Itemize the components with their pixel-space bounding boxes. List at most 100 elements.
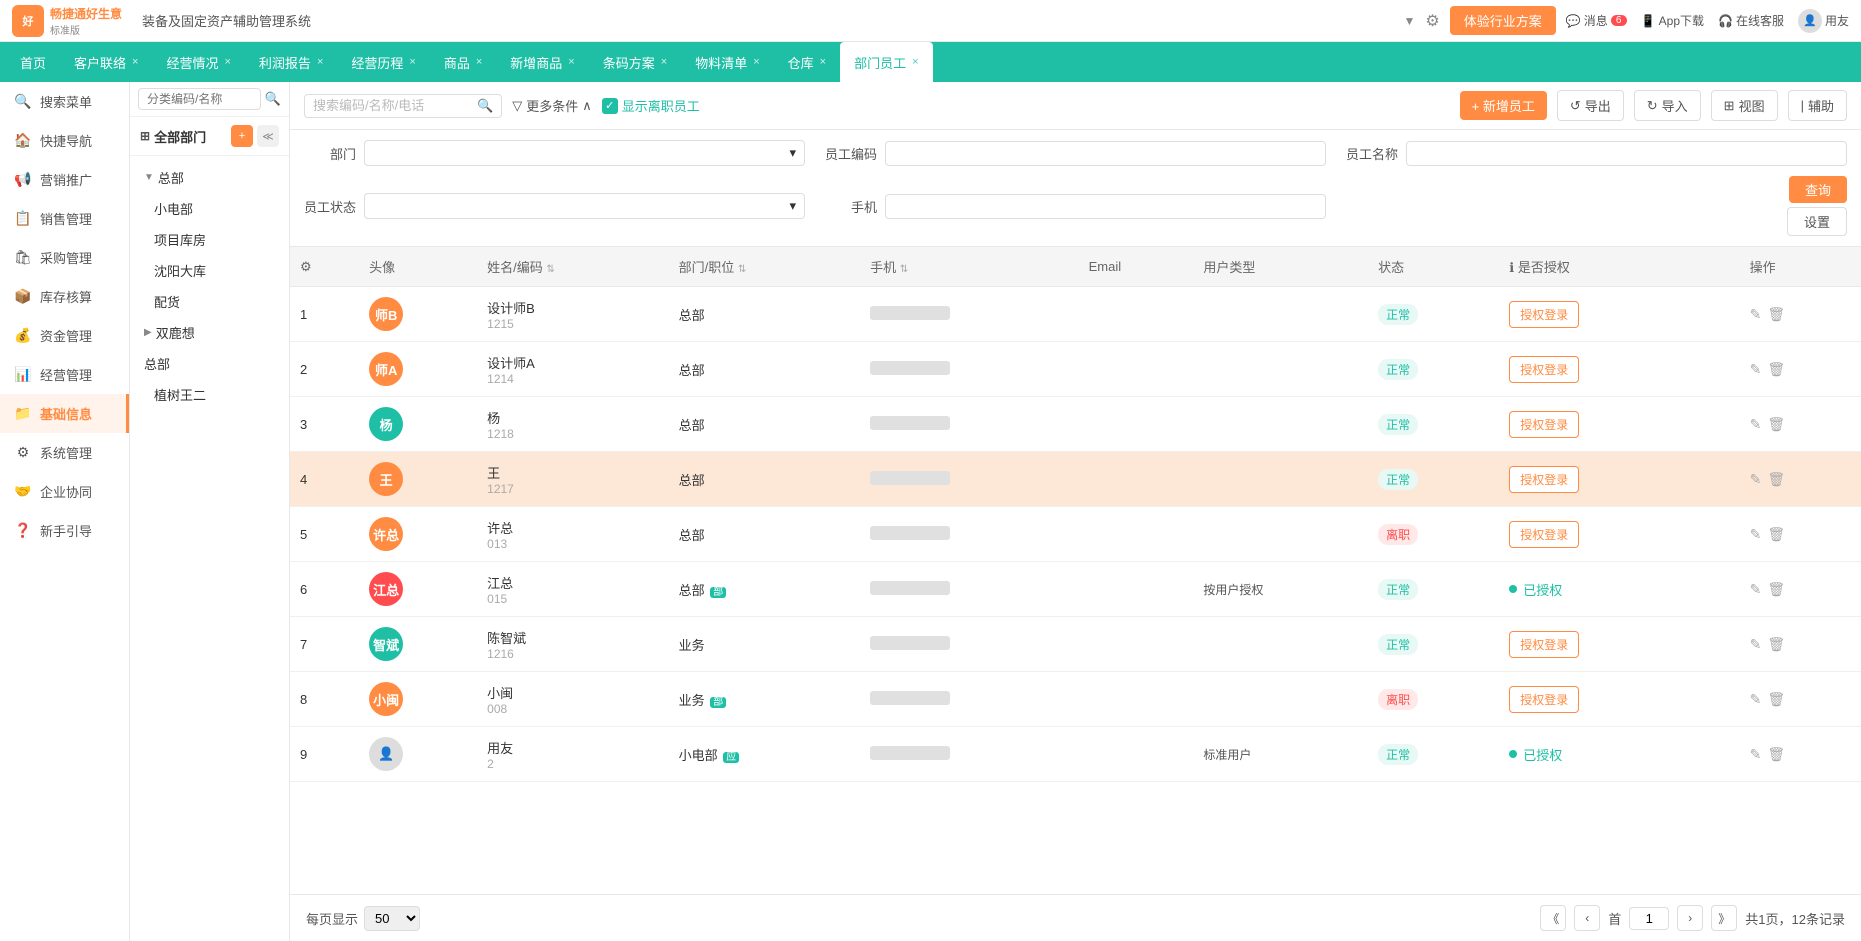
dept-node-headquarters-parent[interactable]: ▼ 总部 xyxy=(130,162,289,193)
close-icon[interactable]: × xyxy=(476,56,482,68)
edit-icon[interactable]: ✎ xyxy=(1750,691,1762,708)
last-page-button[interactable]: 》 xyxy=(1711,905,1737,931)
auth-button[interactable]: 授权登录 xyxy=(1509,521,1579,548)
sidebar-item-collab[interactable]: 🤝 企业协同 xyxy=(0,472,129,511)
dept-node-plant[interactable]: 植树王二 xyxy=(130,379,289,410)
col-settings[interactable]: ⚙ xyxy=(290,247,359,287)
page-size-select[interactable]: 50 20 100 xyxy=(364,906,420,931)
prev-page-button[interactable]: ‹ xyxy=(1574,905,1600,931)
close-icon[interactable]: × xyxy=(912,56,918,68)
delete-icon[interactable]: 🗑 xyxy=(1767,416,1785,433)
reset-button[interactable]: 设置 xyxy=(1787,207,1847,236)
edit-icon[interactable]: ✎ xyxy=(1750,746,1762,763)
tab-new-goods[interactable]: 新增商品× xyxy=(496,42,588,82)
message-button[interactable]: 💬 消息 6 xyxy=(1566,12,1627,29)
sidebar-item-purchase[interactable]: 🛍 采购管理 xyxy=(0,238,129,277)
col-name[interactable]: 姓名/编码 ⇅ xyxy=(477,247,668,287)
edit-icon[interactable]: ✎ xyxy=(1750,361,1762,378)
tab-bom[interactable]: 物料清单× xyxy=(681,42,773,82)
show-resigned-toggle[interactable]: ✓ 显示离职员工 xyxy=(602,96,700,115)
close-icon[interactable]: × xyxy=(409,56,415,68)
dept-node-double-deer[interactable]: ▶ 双鹿想 xyxy=(130,317,289,348)
system-title-chevron[interactable]: ▼ xyxy=(1403,14,1415,28)
online-service-button[interactable]: 🎧 在线客服 xyxy=(1718,12,1784,29)
edit-icon[interactable]: ✎ xyxy=(1750,416,1762,433)
delete-icon[interactable]: 🗑 xyxy=(1767,361,1785,378)
tab-customer[interactable]: 客户联络× xyxy=(60,42,152,82)
import-button[interactable]: ↻ 导入 xyxy=(1634,90,1701,121)
collapse-icon[interactable]: ≪ xyxy=(257,125,279,147)
emp-code-input[interactable] xyxy=(885,141,1326,166)
close-icon[interactable]: × xyxy=(753,56,759,68)
close-icon[interactable]: × xyxy=(224,56,230,68)
auth-button[interactable]: 授权登录 xyxy=(1509,301,1579,328)
edit-icon[interactable]: ✎ xyxy=(1750,526,1762,543)
col-settings-button[interactable]: | 辅助 xyxy=(1788,90,1847,121)
add-employee-button[interactable]: + 新增员工 xyxy=(1460,91,1547,120)
dept-node-shenyang[interactable]: 沈阳大库 xyxy=(130,255,289,286)
first-page-button[interactable]: 《 xyxy=(1540,905,1566,931)
delete-icon[interactable]: 🗑 xyxy=(1767,746,1785,763)
edit-icon[interactable]: ✎ xyxy=(1750,581,1762,598)
tab-history[interactable]: 经营历程× xyxy=(337,42,429,82)
close-icon[interactable]: × xyxy=(568,56,574,68)
export-button[interactable]: ↺ 导出 xyxy=(1557,90,1624,121)
try-button[interactable]: 体验行业方案 xyxy=(1450,6,1556,35)
col-phone[interactable]: 手机 ⇅ xyxy=(860,247,1078,287)
page-number-input[interactable] xyxy=(1629,907,1669,930)
tab-barcode[interactable]: 条码方案× xyxy=(589,42,681,82)
auth-button[interactable]: 授权登录 xyxy=(1509,686,1579,713)
settings-icon[interactable]: ⚙ xyxy=(1425,11,1439,31)
search-input[interactable] xyxy=(313,98,473,113)
delete-icon[interactable]: 🗑 xyxy=(1767,526,1785,543)
delete-icon[interactable]: 🗑 xyxy=(1767,691,1785,708)
dept-select[interactable]: ▾ xyxy=(364,140,805,166)
sidebar-item-basic-info[interactable]: 📁 基础信息 xyxy=(0,394,129,433)
dept-node-project[interactable]: 项目库房 xyxy=(130,224,289,255)
dept-search-input[interactable] xyxy=(138,88,261,110)
edit-icon[interactable]: ✎ xyxy=(1750,636,1762,653)
emp-name-input[interactable] xyxy=(1406,141,1847,166)
dept-node-delivery[interactable]: 配货 xyxy=(130,286,289,317)
sidebar-item-guide[interactable]: ❓ 新手引导 xyxy=(0,511,129,550)
more-filter-button[interactable]: ▽ 更多条件 ∧ xyxy=(512,96,592,115)
auth-button[interactable]: 授权登录 xyxy=(1509,631,1579,658)
delete-icon[interactable]: 🗑 xyxy=(1767,306,1785,323)
tab-goods[interactable]: 商品× xyxy=(430,42,496,82)
col-dept[interactable]: 部门/职位 ⇅ xyxy=(669,247,860,287)
tab-home[interactable]: 首页 xyxy=(6,42,60,82)
close-icon[interactable]: × xyxy=(820,56,826,68)
dept-node-headquarters[interactable]: 总部 xyxy=(130,348,289,379)
user-button[interactable]: 👤 用友 xyxy=(1798,9,1849,33)
app-download-button[interactable]: 📱 App下载 xyxy=(1641,12,1704,29)
sidebar-item-sales[interactable]: 📋 销售管理 xyxy=(0,199,129,238)
sidebar-item-management[interactable]: 📊 经营管理 xyxy=(0,355,129,394)
sidebar-item-system[interactable]: ⚙ 系统管理 xyxy=(0,433,129,472)
close-icon[interactable]: × xyxy=(661,56,667,68)
sidebar-item-nav[interactable]: 🏠 快捷导航 xyxy=(0,121,129,160)
add-dept-icon[interactable]: + xyxy=(231,125,253,147)
edit-icon[interactable]: ✎ xyxy=(1750,306,1762,323)
search-button[interactable]: 查询 xyxy=(1789,176,1847,203)
delete-icon[interactable]: 🗑 xyxy=(1767,581,1785,598)
close-icon[interactable]: × xyxy=(317,56,323,68)
sidebar-item-marketing[interactable]: 📢 营销推广 xyxy=(0,160,129,199)
tab-profit[interactable]: 利润报告× xyxy=(245,42,337,82)
next-page-button[interactable]: › xyxy=(1677,905,1703,931)
sidebar-item-search[interactable]: 🔍 搜索菜单 xyxy=(0,82,129,121)
close-icon[interactable]: × xyxy=(132,56,138,68)
view-button[interactable]: ⊞ 视图 xyxy=(1711,90,1778,121)
edit-icon[interactable]: ✎ xyxy=(1750,471,1762,488)
dept-node-small-elec[interactable]: 小电部 xyxy=(130,193,289,224)
delete-icon[interactable]: 🗑 xyxy=(1767,636,1785,653)
sidebar-item-inventory[interactable]: 📦 库存核算 xyxy=(0,277,129,316)
tab-warehouse[interactable]: 仓库× xyxy=(774,42,840,82)
auth-button[interactable]: 授权登录 xyxy=(1509,356,1579,383)
tab-dept-employee[interactable]: 部门员工× xyxy=(840,42,932,82)
sidebar-item-finance[interactable]: 💰 资金管理 xyxy=(0,316,129,355)
delete-icon[interactable]: 🗑 xyxy=(1767,471,1785,488)
phone-input[interactable] xyxy=(885,194,1326,219)
auth-button[interactable]: 授权登录 xyxy=(1509,466,1579,493)
tab-operation[interactable]: 经营情况× xyxy=(152,42,244,82)
status-select[interactable]: ▾ xyxy=(364,193,805,219)
